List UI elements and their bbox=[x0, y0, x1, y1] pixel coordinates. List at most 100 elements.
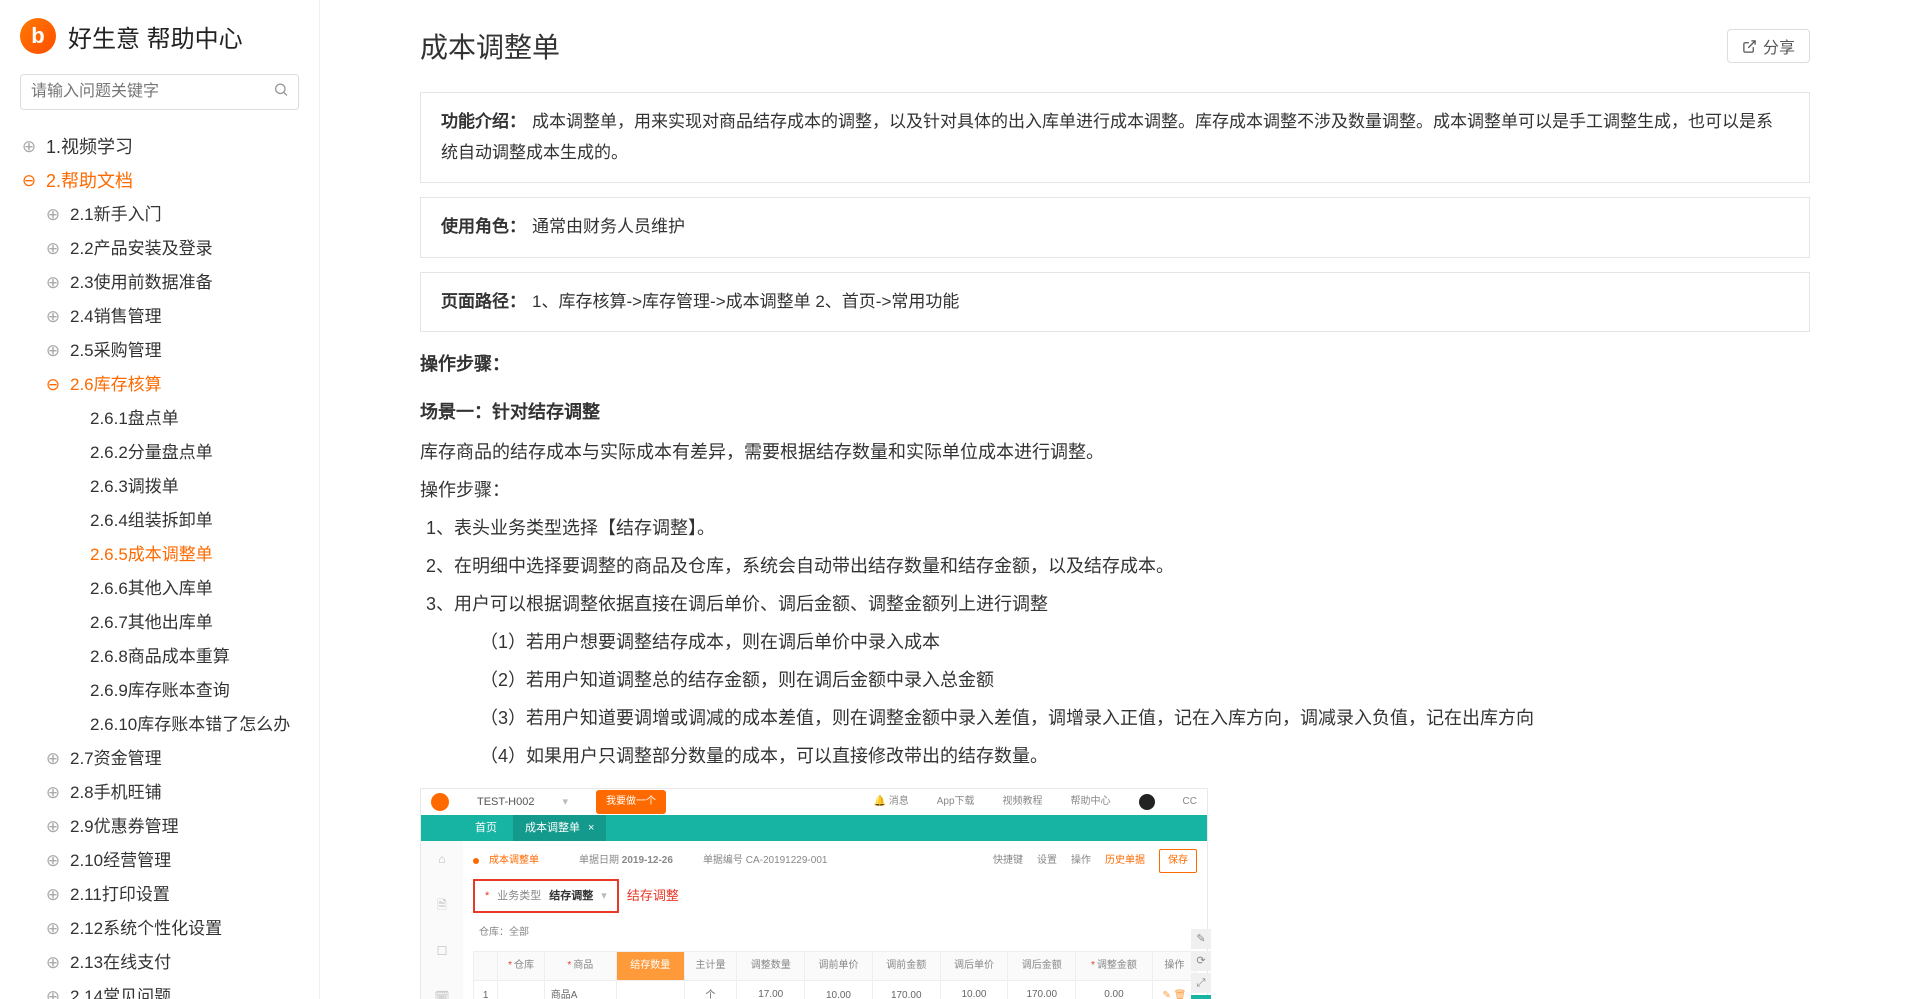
nav-item[interactable]: ⊕2.8手机旺铺 bbox=[20, 776, 299, 810]
share-label: 分享 bbox=[1763, 34, 1795, 58]
shot-shortcut: 快捷键 bbox=[993, 851, 1023, 871]
nav-item[interactable]: ⊕2.12系统个性化设置 bbox=[20, 912, 299, 946]
main-content: 成本调整单 分享 功能介绍：成本调整单，用来实现对商品结存成本的调整，以及针对具… bbox=[320, 0, 1920, 999]
shot-meta: 仓库：全部 bbox=[479, 923, 1197, 943]
shot-topbar: TEST-H002 ▾ 我要做一个 🔔 消息 App下载 视频教程 帮助中心 C… bbox=[421, 789, 1207, 815]
nav-tree: ⊕1.视频学习⊖2.帮助文档⊕2.1新手入门⊕2.2产品安装及登录⊕2.3使用前… bbox=[20, 130, 299, 999]
bell-icon: 🔔 消息 bbox=[874, 792, 909, 812]
nav-subitem[interactable]: 2.6.5成本调整单 bbox=[20, 538, 299, 572]
step-3d: （4）如果用户只调整部分数量的成本，可以直接修改带出的结存数量。 bbox=[420, 738, 1810, 774]
plus-icon[interactable]: ⊕ bbox=[44, 878, 62, 912]
search-input[interactable] bbox=[20, 74, 299, 110]
plus-icon[interactable]: ⊕ bbox=[44, 232, 62, 266]
nav-item[interactable]: ⊖2.6库存核算 bbox=[20, 368, 299, 402]
plus-icon[interactable]: ⊕ bbox=[44, 198, 62, 232]
nav-subitem[interactable]: 2.6.6其他入库单 bbox=[20, 572, 299, 606]
share-icon bbox=[1742, 39, 1757, 54]
step-3: 3、用户可以根据调整依据直接在调后单价、调后金额、调整金额列上进行调整 bbox=[420, 586, 1810, 622]
nav-label: 2.13在线支付 bbox=[70, 946, 171, 980]
path-text: 1、库存核算->库存管理->成本调整单 2、首页->常用功能 bbox=[532, 292, 959, 311]
nav-item[interactable]: ⊕2.11打印设置 bbox=[20, 878, 299, 912]
shot-setting: 设置 bbox=[1037, 851, 1057, 871]
shot-action-button: 我要做一个 bbox=[596, 790, 666, 814]
sub-steps-label: 操作步骤： bbox=[420, 472, 1810, 508]
plus-icon[interactable]: ⊕ bbox=[44, 844, 62, 878]
role-text: 通常由财务人员维护 bbox=[532, 217, 685, 236]
shot-op: 操作 bbox=[1071, 851, 1091, 871]
plus-icon[interactable]: ⊕ bbox=[44, 946, 62, 980]
link-help: 帮助中心 bbox=[1071, 792, 1111, 812]
nav-item[interactable]: ⊕1.视频学习 bbox=[20, 130, 299, 164]
role-box: 使用角色： 通常由财务人员维护 bbox=[420, 197, 1810, 258]
intro-label: 功能介绍： bbox=[441, 112, 526, 131]
shot-grid: 仓库商品结存数量主计量调整数量调前单价调前金额调后单价调后金额调整金额操作1商品… bbox=[473, 951, 1197, 999]
nav-label: 2.5采购管理 bbox=[70, 334, 162, 368]
plus-icon[interactable]: ⊕ bbox=[44, 742, 62, 776]
plus-icon[interactable]: ⊕ bbox=[44, 980, 62, 999]
scene-desc: 库存商品的结存成本与实际成本有差异，需要根据结存数量和实际单位成本进行调整。 bbox=[420, 434, 1810, 470]
step-2: 2、在明细中选择要调整的商品及仓库，系统会自动带出结存数量和结存金额，以及结存成… bbox=[420, 548, 1810, 584]
nav-subitem[interactable]: 2.6.2分量盘点单 bbox=[20, 436, 299, 470]
plus-icon[interactable]: ⊕ bbox=[44, 810, 62, 844]
shot-date: 2019-12-26 bbox=[622, 855, 673, 866]
role-label: 使用角色： bbox=[441, 217, 526, 236]
nav-subitem[interactable]: 2.6.7其他出库单 bbox=[20, 606, 299, 640]
home-icon: ⌂ bbox=[438, 847, 445, 871]
shot-tabs: 首页 成本调整单 × bbox=[421, 815, 1207, 841]
nav-label: 2.4销售管理 bbox=[70, 300, 162, 334]
nav-subitem[interactable]: 2.6.4组装拆卸单 bbox=[20, 504, 299, 538]
plus-icon[interactable]: ⊕ bbox=[44, 912, 62, 946]
step-3a: （1）若用户想要调整结存成本，则在调后单价中录入成本 bbox=[420, 624, 1810, 660]
shot-content: 成本调整单 单据日期 2019-12-26 单据编号 CA-20191229-0… bbox=[463, 841, 1207, 999]
shot-tab-home: 首页 bbox=[463, 815, 509, 841]
content-body: 操作步骤： 场景一：针对结存调整 库存商品的结存成本与实际成本有差异，需要根据结… bbox=[420, 346, 1810, 999]
nav-item[interactable]: ⊕2.10经营管理 bbox=[20, 844, 299, 878]
sidebar: b 好生意 帮助中心 ⊕1.视频学习⊖2.帮助文档⊕2.1新手入门⊕2.2产品安… bbox=[0, 0, 320, 999]
nav-label: 2.9优惠券管理 bbox=[70, 810, 179, 844]
intro-box: 功能介绍：成本调整单，用来实现对商品结存成本的调整，以及针对具体的出入库单进行成… bbox=[420, 92, 1810, 183]
nav-item[interactable]: ⊕2.1新手入门 bbox=[20, 198, 299, 232]
plus-icon[interactable]: ⊕ bbox=[44, 300, 62, 334]
step-3b: （2）若用户知道调整总的结存金额，则在调后金额中录入总金额 bbox=[420, 662, 1810, 698]
shot-tenant: TEST-H002 bbox=[477, 791, 534, 813]
nav-label: 2.10经营管理 bbox=[70, 844, 171, 878]
plus-icon[interactable]: ⊕ bbox=[44, 266, 62, 300]
steps-label: 操作步骤： bbox=[420, 346, 510, 382]
nav-label: 2.12系统个性化设置 bbox=[70, 912, 222, 946]
nav-label: 2.6库存核算 bbox=[70, 368, 162, 402]
plus-icon[interactable]: ⊕ bbox=[20, 130, 38, 164]
nav-subitem[interactable]: 2.6.8商品成本重算 bbox=[20, 640, 299, 674]
biz-type-highlight: *业务类型 结存调整 ▾ 结存调整 bbox=[473, 879, 619, 913]
path-label: 页面路径： bbox=[441, 292, 526, 311]
shot-history: 历史单据 bbox=[1105, 851, 1145, 871]
nav-label: 2.2产品安装及登录 bbox=[70, 232, 213, 266]
step-3c: （3）若用户知道要调增或调减的成本差值，则在调整金额中录入差值，调增录入正值，记… bbox=[420, 700, 1810, 736]
nav-item[interactable]: ⊕2.3使用前数据准备 bbox=[20, 266, 299, 300]
minus-icon[interactable]: ⊖ bbox=[20, 164, 38, 198]
nav-item[interactable]: ⊕2.2产品安装及登录 bbox=[20, 232, 299, 266]
share-button[interactable]: 分享 bbox=[1727, 29, 1810, 63]
nav-item[interactable]: ⊕2.13在线支付 bbox=[20, 946, 299, 980]
nav-label: 2.1新手入门 bbox=[70, 198, 162, 232]
plus-icon[interactable]: ⊕ bbox=[44, 334, 62, 368]
nav-label: 2.7资金管理 bbox=[70, 742, 162, 776]
nav-item[interactable]: ⊖2.帮助文档 bbox=[20, 164, 299, 198]
nav-subitem[interactable]: 2.6.1盘点单 bbox=[20, 402, 299, 436]
nav-subitem[interactable]: 2.6.3调拨单 bbox=[20, 470, 299, 504]
nav-item[interactable]: ⊕2.14常见问题 bbox=[20, 980, 299, 999]
nav-label: 2.帮助文档 bbox=[46, 164, 133, 198]
shot-user: CC bbox=[1183, 792, 1197, 812]
search-box bbox=[20, 74, 299, 110]
link-video: 视频教程 bbox=[1003, 792, 1043, 812]
nav-subitem[interactable]: 2.6.9库存账本查询 bbox=[20, 674, 299, 708]
nav-subitem[interactable]: 2.6.10库存账本错了怎么办 bbox=[20, 708, 299, 742]
plus-icon[interactable]: ⊕ bbox=[44, 776, 62, 810]
nav-item[interactable]: ⊕2.5采购管理 bbox=[20, 334, 299, 368]
shot-tab-active: 成本调整单 × bbox=[513, 815, 606, 841]
nav-item[interactable]: ⊕2.7资金管理 bbox=[20, 742, 299, 776]
doc-icon: 🗎 bbox=[437, 893, 447, 917]
nav-item[interactable]: ⊕2.9优惠券管理 bbox=[20, 810, 299, 844]
search-icon[interactable] bbox=[273, 82, 289, 103]
minus-icon[interactable]: ⊖ bbox=[44, 368, 62, 402]
nav-item[interactable]: ⊕2.4销售管理 bbox=[20, 300, 299, 334]
